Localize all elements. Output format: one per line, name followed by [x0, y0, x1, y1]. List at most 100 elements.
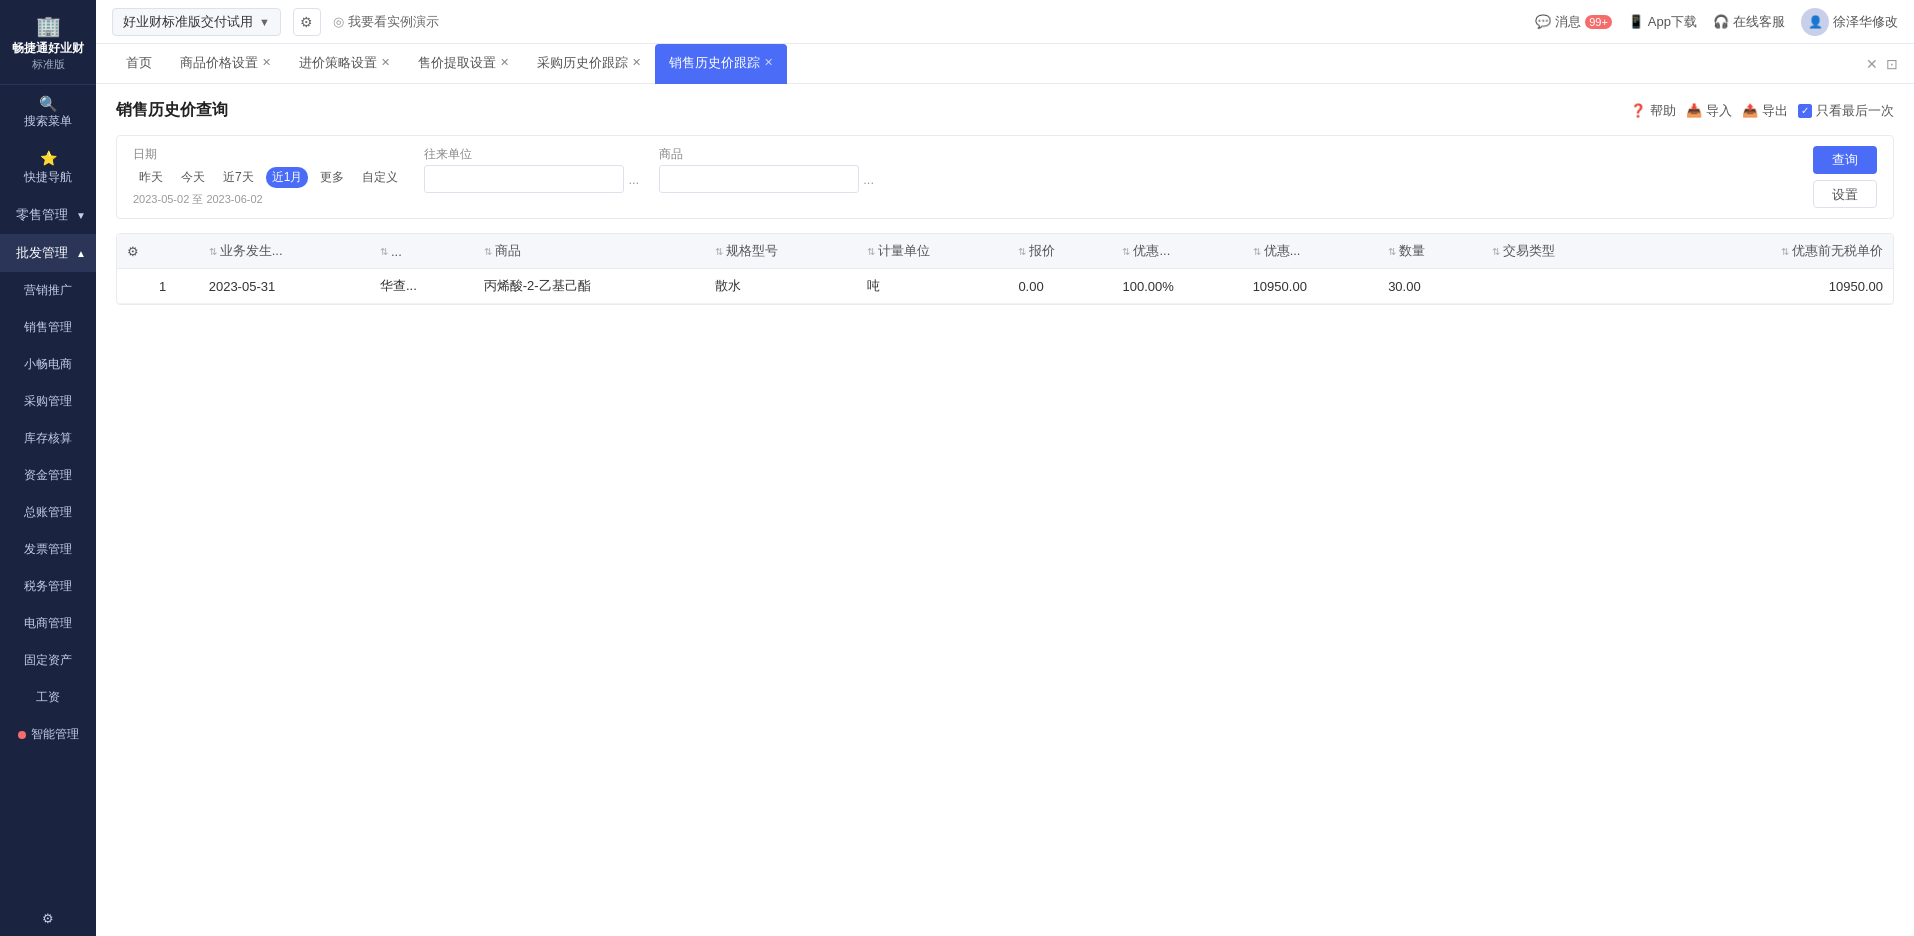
- demo-button[interactable]: ◎ 我要看实例演示: [333, 13, 439, 31]
- sidebar-item-wholesale[interactable]: 批发管理 ▲: [0, 234, 96, 272]
- sidebar-item-payroll[interactable]: 工资: [0, 679, 96, 716]
- col-extra[interactable]: ⇅ ...: [370, 234, 474, 269]
- col-discount-amt[interactable]: ⇅ 优惠...: [1243, 234, 1379, 269]
- data-table-container: ⚙ ⇅ 业务发生... ⇅ ...: [116, 233, 1894, 305]
- import-label: 导入: [1706, 102, 1732, 120]
- logo-name: 畅捷通好业财: [8, 40, 88, 57]
- date-btn-yesterday[interactable]: 昨天: [133, 167, 169, 188]
- sidebar-item-tax[interactable]: 税务管理: [0, 568, 96, 605]
- sidebar-search[interactable]: 🔍 搜索菜单: [0, 85, 96, 140]
- main-area: 好业财标准版交付试用 ▼ ⚙ ◎ 我要看实例演示 💬 消息 99+ 📱 App下…: [96, 0, 1914, 936]
- sidebar-marketing-label: 营销推广: [24, 282, 72, 299]
- col-discount-amt-label: 优惠...: [1264, 242, 1301, 260]
- sort-icon-biz-date: ⇅: [209, 246, 217, 257]
- sidebar-ecom-label: 小畅电商: [24, 356, 72, 373]
- sidebar-item-ledger[interactable]: 总账管理: [0, 494, 96, 531]
- product-dots[interactable]: ...: [863, 172, 874, 187]
- user-profile[interactable]: 👤 徐泽华修改: [1801, 8, 1898, 36]
- col-quantity[interactable]: ⇅ 数量: [1378, 234, 1482, 269]
- message-icon: 💬: [1535, 14, 1551, 29]
- topbar-right: 💬 消息 99+ 📱 App下载 🎧 在线客服 👤 徐泽华修改: [1535, 8, 1898, 36]
- last-record-checkbox[interactable]: 只看最后一次: [1798, 102, 1894, 120]
- sidebar-tax-label: 税务管理: [24, 578, 72, 595]
- sidebar-quick-nav-label: 快捷导航: [24, 169, 72, 186]
- col-quoted-price[interactable]: ⇅ 报价: [1008, 234, 1112, 269]
- from-unit-input[interactable]: [424, 165, 624, 193]
- export-label: 导出: [1762, 102, 1788, 120]
- sidebar-item-retail[interactable]: 零售管理 ▼: [0, 196, 96, 234]
- sidebar-item-smart[interactable]: 智能管理: [0, 716, 96, 753]
- tab-selector[interactable]: 好业财标准版交付试用 ▼: [112, 8, 281, 36]
- settings-btn[interactable]: 设置: [1813, 180, 1877, 208]
- tab-purchase-history[interactable]: 采购历史价跟踪 ✕: [523, 44, 655, 84]
- tab-product-price[interactable]: 商品价格设置 ✕: [166, 44, 285, 84]
- window-expand-btn[interactable]: ⊡: [1886, 56, 1898, 72]
- chevron-down-icon: ▼: [259, 16, 270, 28]
- col-quoted-price-label: 报价: [1029, 242, 1055, 260]
- cell-spec: 散水: [705, 269, 857, 304]
- tab-sales-history-label: 销售历史价跟踪: [669, 54, 760, 72]
- sidebar-item-sales[interactable]: 销售管理: [0, 309, 96, 346]
- sidebar-item-finance[interactable]: 资金管理: [0, 457, 96, 494]
- logo-version: 标准版: [8, 57, 88, 72]
- col-product[interactable]: ⇅ 商品: [474, 234, 706, 269]
- tab-purchase-strategy-close[interactable]: ✕: [381, 56, 390, 69]
- online-service-action[interactable]: 🎧 在线客服: [1713, 13, 1785, 31]
- tab-home[interactable]: 首页: [112, 44, 166, 84]
- col-extra-label: ...: [391, 244, 402, 259]
- tab-purchase-history-close[interactable]: ✕: [632, 56, 641, 69]
- tab-product-price-close[interactable]: ✕: [262, 56, 271, 69]
- cell-discount-pct: 100.00%: [1112, 269, 1242, 304]
- filter-bar: 日期 昨天 今天 近7天 近1月 更多 自定义 2023-05-02 至 202…: [116, 135, 1894, 219]
- product-input[interactable]: [659, 165, 859, 193]
- from-unit-input-row: ...: [424, 165, 639, 193]
- date-btn-custom[interactable]: 自定义: [356, 167, 404, 188]
- col-pretax-price[interactable]: ⇅ 优惠前无税单价: [1670, 234, 1893, 269]
- date-btn-more[interactable]: 更多: [314, 167, 350, 188]
- sidebar-finance-label: 资金管理: [24, 467, 72, 484]
- from-unit-dots[interactable]: ...: [628, 172, 639, 187]
- date-btn-7days[interactable]: 近7天: [217, 167, 260, 188]
- tab-sale-extract-close[interactable]: ✕: [500, 56, 509, 69]
- sidebar-item-ecomm[interactable]: 电商管理: [0, 605, 96, 642]
- sidebar-item-fixed[interactable]: 固定资产: [0, 642, 96, 679]
- sidebar-item-ecom[interactable]: 小畅电商: [0, 346, 96, 383]
- tab-sales-history-close[interactable]: ✕: [764, 56, 773, 69]
- settings-icon: ⚙: [42, 911, 54, 926]
- import-btn[interactable]: 📥 导入: [1686, 102, 1732, 120]
- message-action[interactable]: 💬 消息 99+: [1535, 13, 1612, 31]
- col-settings[interactable]: ⚙: [117, 234, 149, 269]
- sidebar-item-invoice[interactable]: 发票管理: [0, 531, 96, 568]
- help-btn[interactable]: ❓ 帮助: [1630, 102, 1676, 120]
- nav-tabs: 首页 商品价格设置 ✕ 进价策略设置 ✕ 售价提取设置 ✕ 采购历史价跟踪 ✕ …: [96, 44, 1914, 84]
- tab-sale-extract[interactable]: 售价提取设置 ✕: [404, 44, 523, 84]
- cell-settings: [117, 269, 149, 304]
- col-trade-type-label: 交易类型: [1503, 242, 1555, 260]
- date-range-text: 2023-05-02 至 2023-06-02: [133, 192, 404, 207]
- sidebar-purchase-label: 采购管理: [24, 393, 72, 410]
- col-trade-type[interactable]: ⇅ 交易类型: [1482, 234, 1634, 269]
- tab-sales-history[interactable]: 销售历史价跟踪 ✕: [655, 44, 787, 84]
- date-btn-today[interactable]: 今天: [175, 167, 211, 188]
- col-biz-date[interactable]: ⇅ 业务发生...: [199, 234, 370, 269]
- date-btn-1month[interactable]: 近1月: [266, 167, 309, 188]
- export-btn[interactable]: 📤 导出: [1742, 102, 1788, 120]
- sidebar-item-purchase[interactable]: 采购管理: [0, 383, 96, 420]
- query-btn[interactable]: 查询: [1813, 146, 1877, 174]
- col-unit[interactable]: ⇅ 计量单位: [857, 234, 1009, 269]
- sidebar-settings[interactable]: ⚙: [0, 901, 96, 936]
- sidebar-quick-nav[interactable]: ⭐ 快捷导航: [0, 140, 96, 196]
- cell-biz-date: 2023-05-31: [199, 269, 370, 304]
- cell-discount-amt: 10950.00: [1243, 269, 1379, 304]
- topbar-settings-btn[interactable]: ⚙: [293, 8, 321, 36]
- col-spec[interactable]: ⇅ 规格型号: [705, 234, 857, 269]
- tab-purchase-strategy[interactable]: 进价策略设置 ✕: [285, 44, 404, 84]
- import-icon: 📥: [1686, 103, 1702, 118]
- window-close-btn[interactable]: ✕: [1866, 56, 1878, 72]
- col-discount-pct[interactable]: ⇅ 优惠...: [1112, 234, 1242, 269]
- col-spacer: [1634, 234, 1671, 269]
- app-download-action[interactable]: 📱 App下载: [1628, 13, 1697, 31]
- sidebar-item-inventory[interactable]: 库存核算: [0, 420, 96, 457]
- sidebar-item-marketing[interactable]: 营销推广: [0, 272, 96, 309]
- headset-icon: 🎧: [1713, 14, 1729, 29]
